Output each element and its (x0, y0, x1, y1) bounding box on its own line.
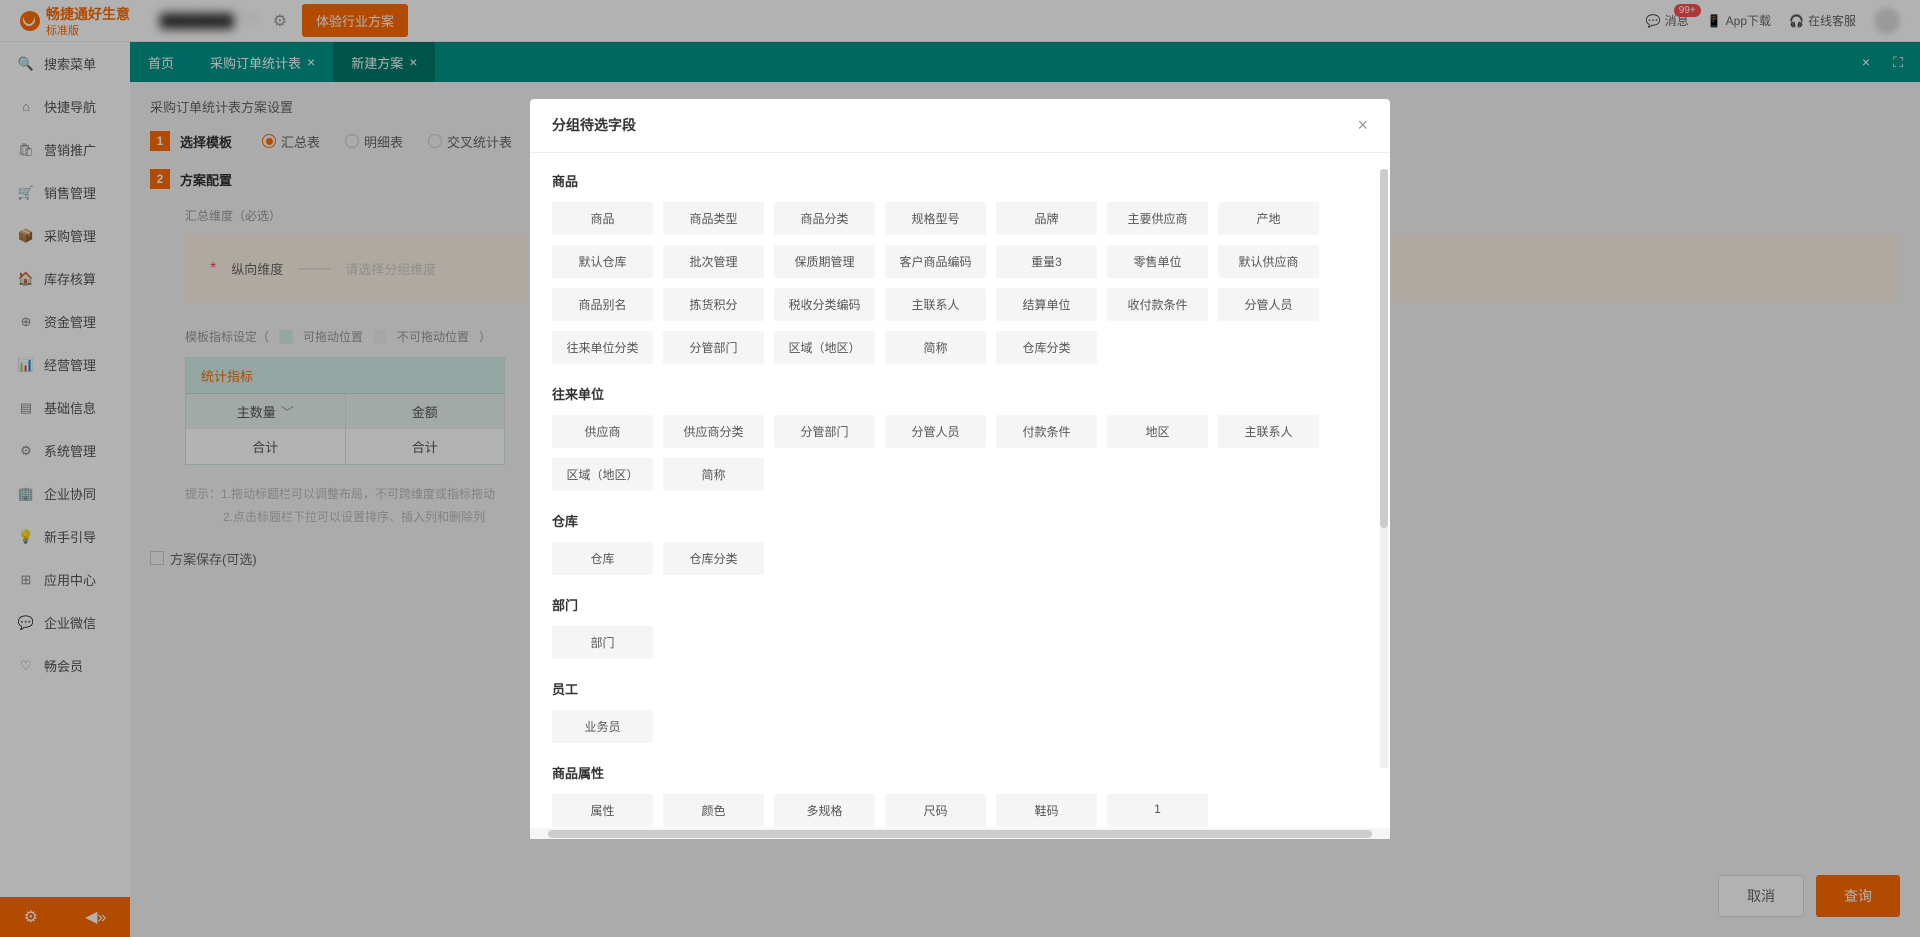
field-section-1: 往来单位供应商供应商分类分管部门分管人员付款条件地区主联系人区域（地区） 简称 (552, 384, 1368, 491)
tags-container: 供应商供应商分类分管部门分管人员付款条件地区主联系人区域（地区） 简称 (552, 415, 1368, 491)
field-tag[interactable]: 分管人员 (885, 415, 986, 448)
field-section-4: 员工业务员 (552, 679, 1368, 743)
field-tag[interactable]: 税收分类编码 (774, 288, 875, 321)
field-tag[interactable]: 区域（地区） (552, 458, 653, 491)
field-tag[interactable]: 鞋码 (996, 794, 1097, 827)
field-tag[interactable]: 付款条件 (996, 415, 1097, 448)
field-selector-modal: 分组待选字段 × 商品商品商品类型商品分类规格型号品牌主要供应商产地默认仓库批次… (530, 99, 1390, 839)
field-section-5: 商品属性属性颜色多规格尺码鞋码 1 (552, 763, 1368, 827)
field-tag[interactable]: 属性 (552, 794, 653, 827)
field-tag[interactable]: 分管人员 (1218, 288, 1319, 321)
field-tag[interactable]: 仓库 (552, 542, 653, 575)
field-tag[interactable]: 品牌 (996, 202, 1097, 235)
section-title: 员工 (552, 679, 1368, 698)
field-tag[interactable]: 仓库分类 (996, 331, 1097, 364)
field-tag[interactable]: 业务员 (552, 710, 653, 743)
field-tag[interactable]: 重量3 (996, 245, 1097, 278)
field-tag[interactable]: 零售单位 (1107, 245, 1208, 278)
field-tag[interactable]: 尺码 (885, 794, 986, 827)
field-tag[interactable]: 颜色 (663, 794, 764, 827)
field-tag[interactable]: 拣货积分 (663, 288, 764, 321)
field-tag[interactable]: 地区 (1107, 415, 1208, 448)
field-tag[interactable]: 部门 (552, 626, 653, 659)
field-tag[interactable]: 默认供应商 (1218, 245, 1319, 278)
field-tag[interactable]: 多规格 (774, 794, 875, 827)
section-title: 仓库 (552, 511, 1368, 530)
modal-header: 分组待选字段 × (530, 99, 1390, 153)
section-title: 商品属性 (552, 763, 1368, 782)
field-tag[interactable]: 主联系人 (885, 288, 986, 321)
field-tag[interactable]: 商品 (552, 202, 653, 235)
field-tag[interactable]: 分管部门 (663, 331, 764, 364)
field-tag[interactable]: 简称 (663, 458, 764, 491)
tags-container: 仓库仓库分类 (552, 542, 1368, 575)
field-tag[interactable]: 商品类型 (663, 202, 764, 235)
field-tag[interactable]: 结算单位 (996, 288, 1097, 321)
field-tag[interactable]: 收付款条件 (1107, 288, 1208, 321)
tags-container: 属性颜色多规格尺码鞋码 1 (552, 794, 1368, 827)
horizontal-scrollbar[interactable] (530, 828, 1390, 839)
field-tag[interactable]: 区域（地区） (774, 331, 875, 364)
section-title: 往来单位 (552, 384, 1368, 403)
field-section-0: 商品商品商品类型商品分类规格型号品牌主要供应商产地默认仓库批次管理保质期管理客户… (552, 171, 1368, 364)
field-section-2: 仓库仓库仓库分类 (552, 511, 1368, 575)
section-title: 商品 (552, 171, 1368, 190)
field-tag[interactable]: 默认仓库 (552, 245, 653, 278)
modal-title: 分组待选字段 (552, 115, 636, 135)
field-section-3: 部门部门 (552, 595, 1368, 659)
field-tag[interactable]: 主要供应商 (1107, 202, 1208, 235)
field-tag[interactable]: 供应商分类 (663, 415, 764, 448)
field-tag[interactable]: 商品别名 (552, 288, 653, 321)
tags-container: 商品商品类型商品分类规格型号品牌主要供应商产地默认仓库批次管理保质期管理客户商品… (552, 202, 1368, 364)
field-tag[interactable]: 仓库分类 (663, 542, 764, 575)
field-tag[interactable]: 批次管理 (663, 245, 764, 278)
field-tag[interactable]: 产地 (1218, 202, 1319, 235)
field-tag[interactable]: 供应商 (552, 415, 653, 448)
field-tag[interactable]: 客户商品编码 (885, 245, 986, 278)
section-title: 部门 (552, 595, 1368, 614)
field-tag[interactable]: 保质期管理 (774, 245, 875, 278)
field-tag[interactable]: 分管部门 (774, 415, 875, 448)
tags-container: 部门 (552, 626, 1368, 659)
close-icon[interactable]: × (1357, 115, 1368, 136)
vertical-scrollbar[interactable] (1380, 169, 1388, 768)
field-tag[interactable]: 1 (1107, 794, 1208, 827)
field-tag[interactable]: 商品分类 (774, 202, 875, 235)
tags-container: 业务员 (552, 710, 1368, 743)
field-tag[interactable]: 简称 (885, 331, 986, 364)
field-tag[interactable]: 规格型号 (885, 202, 986, 235)
field-tag[interactable]: 往来单位分类 (552, 331, 653, 364)
modal-body: 商品商品商品类型商品分类规格型号品牌主要供应商产地默认仓库批次管理保质期管理客户… (530, 153, 1390, 828)
field-tag[interactable]: 主联系人 (1218, 415, 1319, 448)
modal-overlay: 分组待选字段 × 商品商品商品类型商品分类规格型号品牌主要供应商产地默认仓库批次… (0, 0, 1920, 937)
